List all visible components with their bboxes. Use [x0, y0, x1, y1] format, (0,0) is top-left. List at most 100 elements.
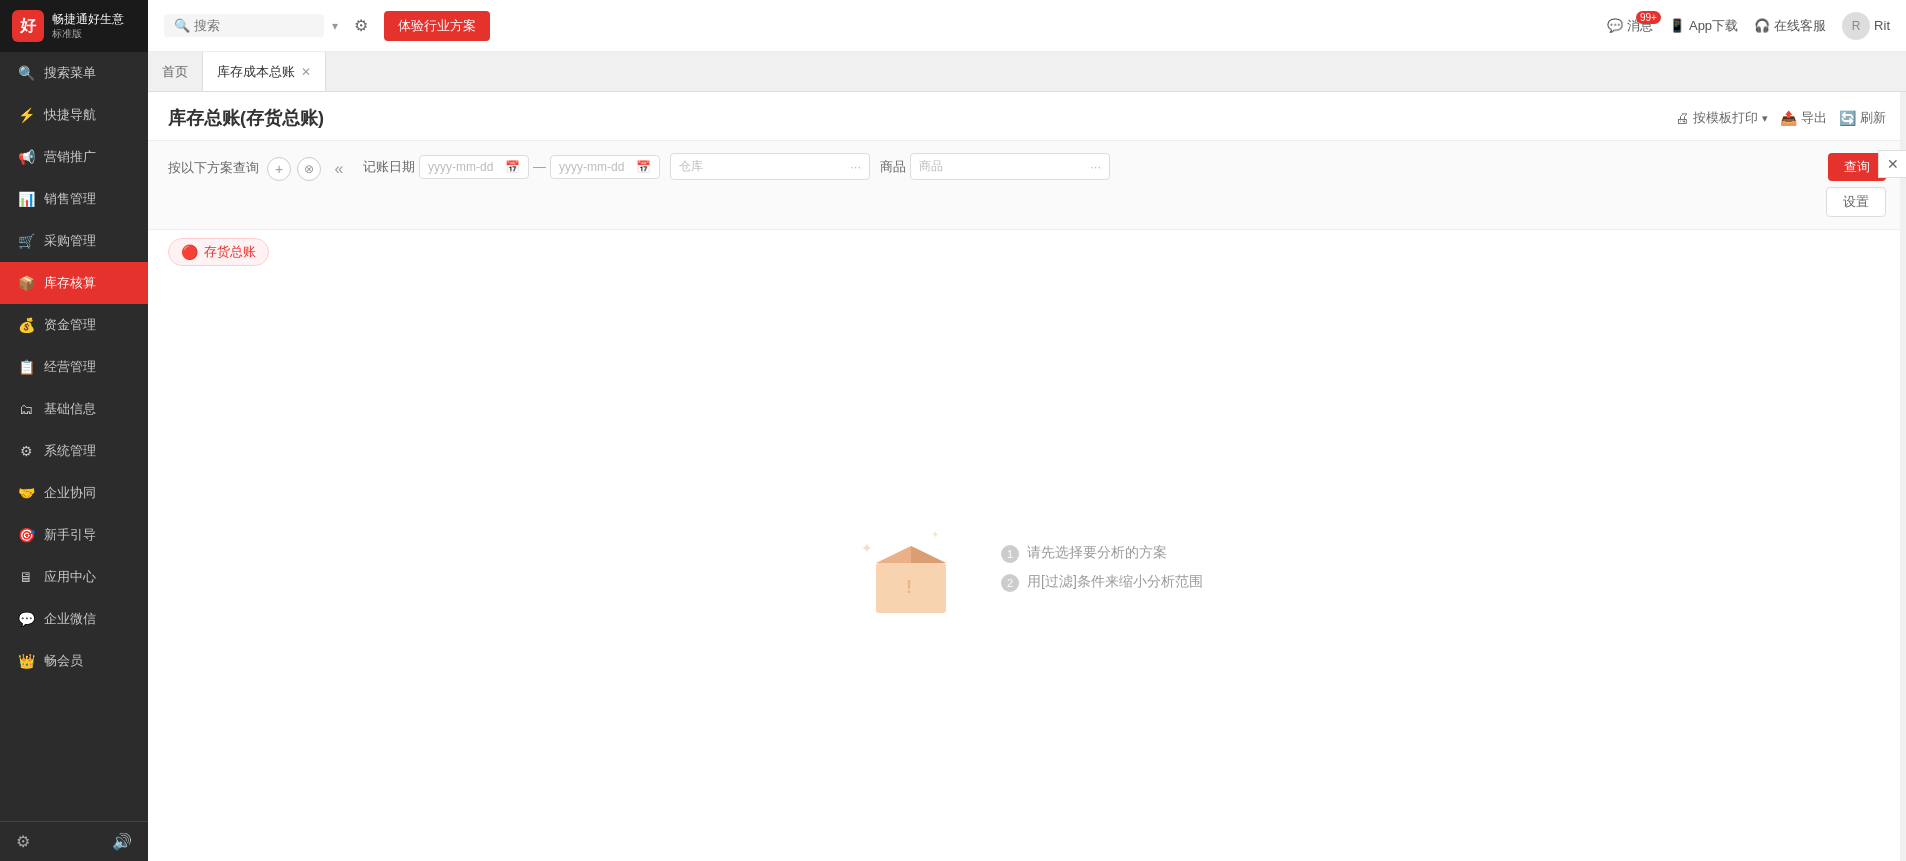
sidebar-icon-enterprise: 🤝 — [16, 483, 36, 503]
sidebar-item-member[interactable]: 👑 畅会员 — [0, 640, 148, 682]
sidebar-item-basic[interactable]: 🗂 基础信息 — [0, 388, 148, 430]
sidebar-item-corpwechat[interactable]: 💬 企业微信 — [0, 598, 148, 640]
page-header: 库存总账(存货总账) 🖨 按模板打印 ▾ 📤 导出 🔄 刷新 — [148, 92, 1906, 141]
online-service-btn[interactable]: 🎧 在线客服 — [1754, 17, 1826, 35]
sidebar-item-operation[interactable]: 📋 经营管理 — [0, 346, 148, 388]
hint-text-1: 请先选择要分析的方案 — [1027, 544, 1167, 562]
settings-icon[interactable]: ⚙ — [16, 832, 30, 851]
sidebar-nav: 🔍 搜索菜单 ⚡ 快捷导航 📢 营销推广 📊 销售管理 🛒 采购管理 📦 库存核… — [0, 52, 148, 821]
message-badge: 99+ — [1636, 11, 1661, 24]
search-box[interactable]: 🔍 — [164, 14, 324, 37]
print-label: 按模板打印 — [1693, 109, 1758, 127]
logo-icon: 好 — [12, 10, 44, 42]
sidebar-label-search: 搜索菜单 — [44, 64, 96, 82]
goods-more-icon[interactable]: ··· — [1090, 159, 1101, 174]
print-btn[interactable]: 🖨 按模板打印 ▾ — [1675, 109, 1768, 127]
sidebar-item-sales[interactable]: 📊 销售管理 — [0, 178, 148, 220]
industry-btn[interactable]: 体验行业方案 — [384, 11, 490, 41]
export-label: 导出 — [1801, 109, 1827, 127]
content: 库存总账(存货总账) 🖨 按模板打印 ▾ 📤 导出 🔄 刷新 — [148, 92, 1906, 861]
sidebar-label-appcenter: 应用中心 — [44, 568, 96, 586]
content-wrapper: 库存总账(存货总账) 🖨 按模板打印 ▾ 📤 导出 🔄 刷新 — [148, 92, 1906, 861]
page-header-actions: 🖨 按模板打印 ▾ 📤 导出 🔄 刷新 — [1675, 109, 1886, 127]
hint-num-1: 1 — [1001, 545, 1019, 563]
date-start-input[interactable]: yyyy-mm-dd 📅 — [419, 155, 529, 179]
tab-close-icon[interactable]: ✕ — [301, 65, 311, 79]
sidebar-item-finance[interactable]: 💰 资金管理 — [0, 304, 148, 346]
settings-gear-icon[interactable]: ⚙ — [346, 11, 376, 41]
right-panel-close-btn[interactable]: ✕ — [1878, 150, 1906, 178]
search-input[interactable] — [194, 18, 314, 33]
sidebar-item-search[interactable]: 🔍 搜索菜单 — [0, 52, 148, 94]
app-download-btn[interactable]: 📱 App下载 — [1669, 17, 1738, 35]
app-download-label: App下载 — [1689, 17, 1738, 35]
filter-bar: 按以下方案查询 + ⊗ « 记账日期 yyyy-mm-dd 📅 — — [148, 141, 1906, 230]
filter-settings-btn[interactable]: 设置 — [1826, 187, 1886, 217]
sidebar-item-newguide[interactable]: 🎯 新手引导 — [0, 514, 148, 556]
warehouse-more-icon[interactable]: ··· — [850, 159, 861, 174]
tab-home-label: 首页 — [162, 63, 188, 81]
scheme-tag-inventory[interactable]: 🔴 存货总账 — [168, 238, 269, 266]
search-icon: 🔍 — [174, 18, 190, 33]
svg-text:!: ! — [906, 577, 912, 597]
goods-input[interactable]: 商品 ··· — [910, 153, 1110, 180]
sidebar-icon-system: ⚙ — [16, 441, 36, 461]
empty-hint-2: 2 用[过滤]条件来缩小分析范围 — [1001, 573, 1203, 592]
empty-state: ✦ ✦ ! 1 请先选择要分析的方案 2 用[过滤]条 — [148, 274, 1906, 861]
speaker-icon[interactable]: 🔊 — [112, 832, 132, 851]
avatar: R — [1842, 12, 1870, 40]
sidebar-label-inventory: 库存核算 — [44, 274, 96, 292]
filter-buttons: 查询 设置 — [1826, 153, 1886, 217]
sidebar-item-marketing[interactable]: 📢 营销推广 — [0, 136, 148, 178]
sidebar-label-finance: 资金管理 — [44, 316, 96, 334]
empty-hint-1: 1 请先选择要分析的方案 — [1001, 544, 1203, 563]
sidebar-item-purchase[interactable]: 🛒 采购管理 — [0, 220, 148, 262]
sidebar-item-enterprise[interactable]: 🤝 企业协同 — [0, 472, 148, 514]
tab-inventory-label: 库存成本总账 — [217, 63, 295, 81]
scheme-tag-label: 存货总账 — [204, 243, 256, 261]
search-chevron-icon[interactable]: ▾ — [332, 19, 338, 33]
resize-handle[interactable] — [1900, 92, 1906, 861]
sidebar: 好 畅捷通好生意 标准版 🔍 搜索菜单 ⚡ 快捷导航 📢 营销推广 📊 销售管理… — [0, 0, 148, 861]
warehouse-field-group: 仓库 ··· — [670, 153, 870, 180]
sidebar-item-system[interactable]: ⚙ 系统管理 — [0, 430, 148, 472]
sidebar-label-sales: 销售管理 — [44, 190, 96, 208]
sidebar-label-quicknav: 快捷导航 — [44, 106, 96, 124]
filter-delete-btn[interactable]: ⊗ — [297, 157, 321, 181]
filter-add-btn[interactable]: + — [267, 157, 291, 181]
warehouse-input[interactable]: 仓库 ··· — [670, 153, 870, 180]
goods-field-label: 商品 — [880, 158, 906, 176]
sidebar-label-newguide: 新手引导 — [44, 526, 96, 544]
message-btn[interactable]: 💬 消息 99+ — [1607, 17, 1653, 35]
date-field-label: 记账日期 — [363, 158, 415, 176]
user-profile[interactable]: R Rit — [1842, 12, 1890, 40]
calendar-end-icon[interactable]: 📅 — [636, 160, 651, 174]
hint-text-2: 用[过滤]条件来缩小分析范围 — [1027, 573, 1203, 591]
sidebar-icon-member: 👑 — [16, 651, 36, 671]
warehouse-placeholder: 仓库 — [679, 158, 703, 175]
tab-home[interactable]: 首页 — [148, 52, 203, 91]
sidebar-icon-finance: 💰 — [16, 315, 36, 335]
sidebar-item-quicknav[interactable]: ⚡ 快捷导航 — [0, 94, 148, 136]
date-end-input[interactable]: yyyy-mm-dd 📅 — [550, 155, 660, 179]
refresh-btn[interactable]: 🔄 刷新 — [1839, 109, 1886, 127]
sidebar-label-purchase: 采购管理 — [44, 232, 96, 250]
filter-actions: + ⊗ « — [267, 153, 351, 181]
export-btn[interactable]: 📤 导出 — [1780, 109, 1827, 127]
online-service-label: 在线客服 — [1774, 17, 1826, 35]
refresh-icon: 🔄 — [1839, 110, 1856, 126]
sidebar-item-appcenter[interactable]: 🖥 应用中心 — [0, 556, 148, 598]
sidebar-icon-operation: 📋 — [16, 357, 36, 377]
date-start-placeholder: yyyy-mm-dd — [428, 160, 493, 174]
export-icon: 📤 — [1780, 110, 1797, 126]
sidebar-label-operation: 经营管理 — [44, 358, 96, 376]
sidebar-logo: 好 畅捷通好生意 标准版 — [0, 0, 148, 52]
calendar-start-icon[interactable]: 📅 — [505, 160, 520, 174]
filter-collapse-btn[interactable]: « — [327, 157, 351, 181]
app-version: 标准版 — [52, 27, 124, 41]
headset-icon: 🎧 — [1754, 18, 1770, 33]
svg-marker-2 — [911, 546, 946, 563]
topbar: 🔍 ▾ ⚙ 体验行业方案 💬 消息 99+ 📱 App下载 🎧 在线客服 R — [148, 0, 1906, 52]
sidebar-item-inventory[interactable]: 📦 库存核算 — [0, 262, 148, 304]
tab-inventory-ledger[interactable]: 库存成本总账 ✕ — [203, 52, 326, 91]
